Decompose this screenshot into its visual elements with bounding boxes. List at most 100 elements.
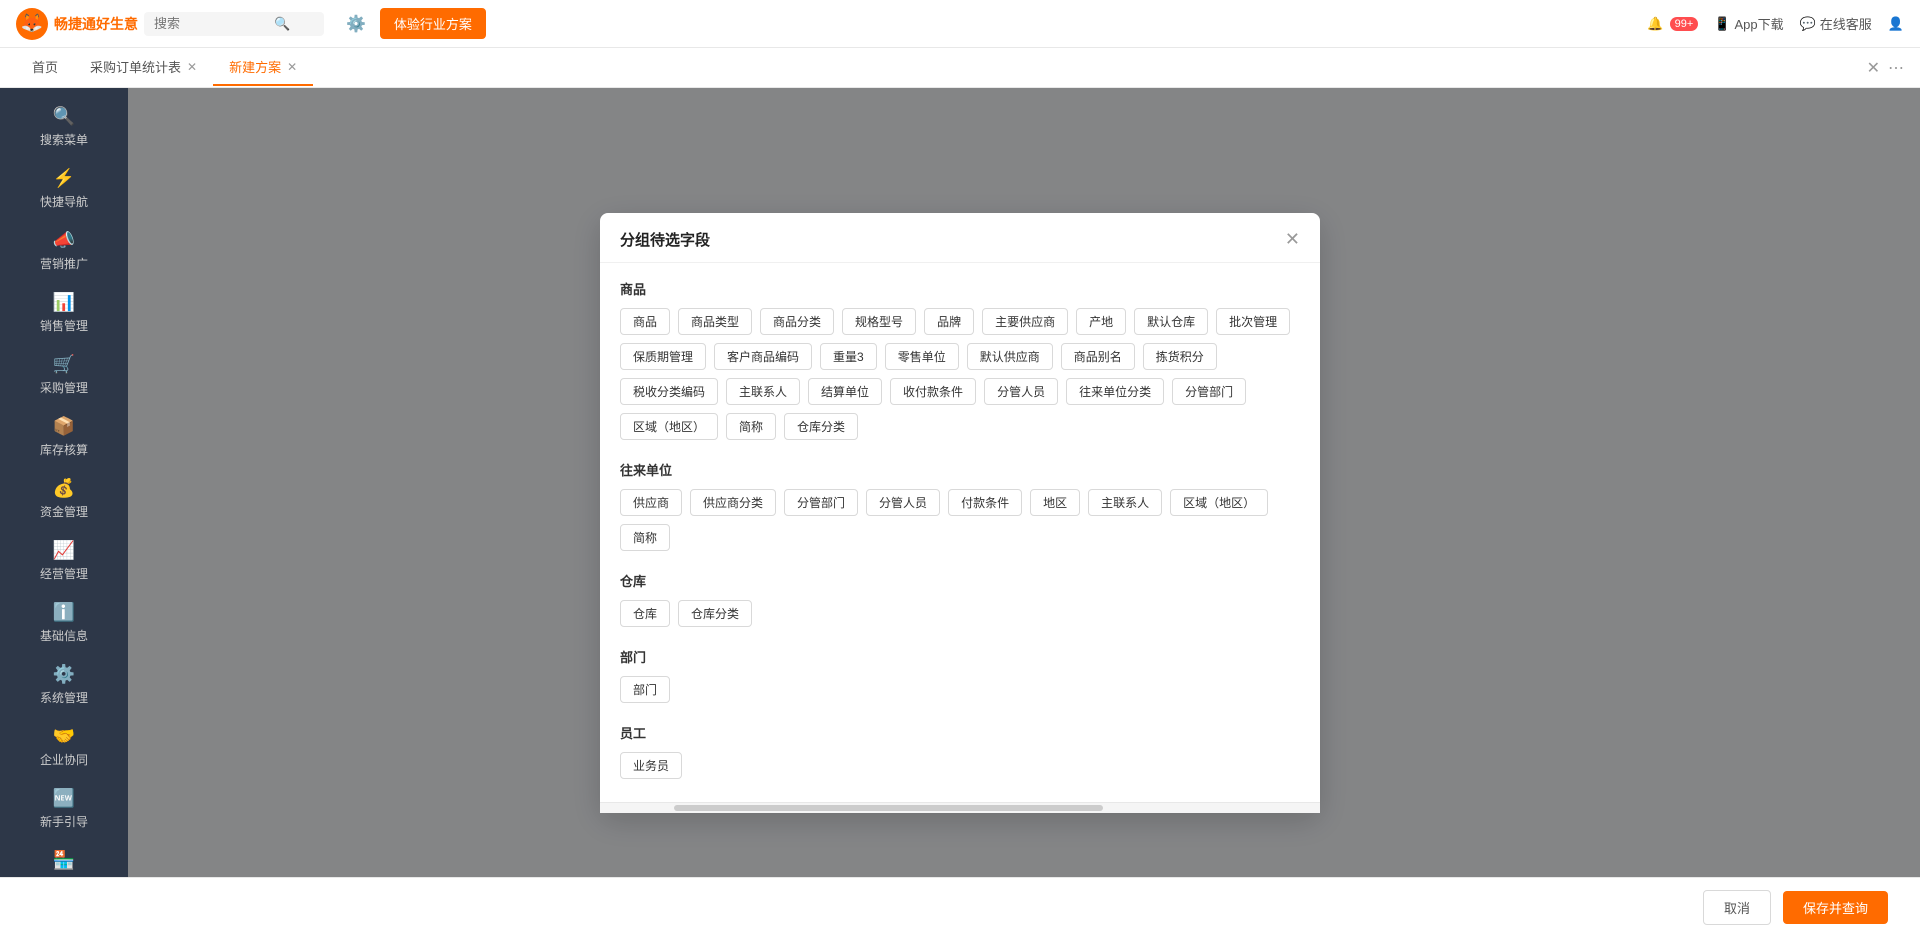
- field-tag-0-5[interactable]: 主要供应商: [982, 308, 1068, 335]
- field-tag-0-16[interactable]: 税收分类编码: [620, 378, 718, 405]
- field-grid-0: 商品商品类型商品分类规格型号品牌主要供应商产地默认仓库批次管理保质期管理客户商品…: [620, 308, 1300, 440]
- sidebar-item-system[interactable]: ⚙️ 系统管理: [0, 654, 128, 716]
- sidebar-sales-label: 销售管理: [40, 317, 88, 334]
- field-tag-0-25[interactable]: 仓库分类: [784, 413, 858, 440]
- field-tag-3-0[interactable]: 部门: [620, 676, 670, 703]
- field-tag-0-15[interactable]: 拣货积分: [1143, 343, 1217, 370]
- modal-hscroll[interactable]: [600, 802, 1320, 812]
- tab-home[interactable]: 首页: [16, 49, 74, 86]
- app-download-btn[interactable]: 📱 App下载: [1714, 14, 1783, 33]
- logo-icon: 🦊: [16, 8, 48, 40]
- sidebar-item-search[interactable]: 🔍 搜索菜单: [0, 96, 128, 158]
- tab-new-plan[interactable]: 新建方案 ✕: [213, 49, 313, 86]
- field-tag-0-19[interactable]: 收付款条件: [890, 378, 976, 405]
- field-tag-1-0[interactable]: 供应商: [620, 489, 682, 516]
- search-input[interactable]: [154, 16, 274, 31]
- field-tag-0-13[interactable]: 默认供应商: [967, 343, 1053, 370]
- field-tag-0-12[interactable]: 零售单位: [885, 343, 959, 370]
- inventory-icon: 📦: [53, 416, 75, 437]
- field-tag-1-2[interactable]: 分管部门: [784, 489, 858, 516]
- sidebar-system-label: 系统管理: [40, 689, 88, 706]
- tab-purchase-stats[interactable]: 采购订单统计表 ✕: [74, 49, 213, 86]
- field-tag-0-4[interactable]: 品牌: [924, 308, 974, 335]
- tab-bar-controls: ✕ ⋯: [1867, 58, 1904, 78]
- enterprise-icon: 🤝: [53, 726, 75, 747]
- logo-area: 🦊 畅捷通好生意: [16, 8, 144, 40]
- tab-new-close[interactable]: ✕: [287, 60, 297, 74]
- newbie-icon: 🆕: [53, 788, 75, 809]
- sidebar-finance-label: 资金管理: [40, 503, 88, 520]
- field-tag-0-6[interactable]: 产地: [1076, 308, 1126, 335]
- field-tag-0-11[interactable]: 重量3: [820, 343, 877, 370]
- sidebar-item-sales[interactable]: 📊 销售管理: [0, 282, 128, 344]
- field-tag-1-8[interactable]: 简称: [620, 524, 670, 551]
- notification-btn[interactable]: 🔔 99+: [1647, 16, 1698, 32]
- field-tag-0-22[interactable]: 分管部门: [1172, 378, 1246, 405]
- field-tag-0-8[interactable]: 批次管理: [1216, 308, 1290, 335]
- field-tag-4-0[interactable]: 业务员: [620, 752, 682, 779]
- modal-hscroll-thumb: [674, 805, 1104, 811]
- sidebar-base-info-label: 基础信息: [40, 627, 88, 644]
- sidebar-item-operations[interactable]: 📈 经营管理: [0, 530, 128, 592]
- field-tag-1-5[interactable]: 地区: [1030, 489, 1080, 516]
- field-tag-1-4[interactable]: 付款条件: [948, 489, 1022, 516]
- settings-icon-btn[interactable]: ⚙️: [340, 8, 372, 40]
- sidebar-item-marketing[interactable]: 📣 营销推广: [0, 220, 128, 282]
- notification-icon: 🔔: [1647, 16, 1663, 32]
- field-tag-2-0[interactable]: 仓库: [620, 600, 670, 627]
- field-grid-3: 部门: [620, 676, 1300, 703]
- online-service-btn[interactable]: 💬 在线客服: [1800, 14, 1872, 33]
- save-button[interactable]: 保存并查询: [1783, 891, 1888, 924]
- field-tag-0-1[interactable]: 商品类型: [678, 308, 752, 335]
- sidebar-inventory-label: 库存核算: [40, 441, 88, 458]
- sidebar-item-inventory[interactable]: 📦 库存核算: [0, 406, 128, 468]
- field-tag-0-0[interactable]: 商品: [620, 308, 670, 335]
- modal-footer: 取消 保存并查询: [0, 877, 1920, 937]
- top-header: 🦊 畅捷通好生意 🔍 ⚙️ 体验行业方案 🔔 99+ 📱 App下载 �: [0, 0, 1920, 48]
- tab-purchase-close[interactable]: ✕: [187, 60, 197, 74]
- cancel-button[interactable]: 取消: [1703, 890, 1771, 925]
- field-tag-1-3[interactable]: 分管人员: [866, 489, 940, 516]
- field-tag-0-21[interactable]: 往来单位分类: [1066, 378, 1164, 405]
- app-download-label: App下载: [1734, 14, 1783, 33]
- marketing-icon: 📣: [53, 230, 75, 251]
- more-tabs-icon[interactable]: ⋯: [1888, 58, 1904, 78]
- user-avatar[interactable]: 👤: [1888, 16, 1904, 32]
- field-tag-0-7[interactable]: 默认仓库: [1134, 308, 1208, 335]
- sidebar-item-newbie[interactable]: 🆕 新手引导: [0, 778, 128, 840]
- system-icon: ⚙️: [53, 664, 75, 685]
- field-tag-0-24[interactable]: 简称: [726, 413, 776, 440]
- search-bar[interactable]: 🔍: [144, 12, 324, 36]
- modal-header: 分组待选字段 ✕: [600, 213, 1320, 263]
- sidebar-item-enterprise[interactable]: 🤝 企业协同: [0, 716, 128, 778]
- field-tag-1-1[interactable]: 供应商分类: [690, 489, 776, 516]
- trial-btn[interactable]: 体验行业方案: [380, 8, 486, 39]
- search-icon: 🔍: [274, 16, 290, 32]
- close-all-icon[interactable]: ✕: [1867, 58, 1880, 78]
- finance-icon: 💰: [53, 478, 75, 499]
- field-tag-1-6[interactable]: 主联系人: [1088, 489, 1162, 516]
- modal-close-btn[interactable]: ✕: [1285, 229, 1300, 250]
- field-tag-2-1[interactable]: 仓库分类: [678, 600, 752, 627]
- sales-icon: 📊: [53, 292, 75, 313]
- field-tag-0-3[interactable]: 规格型号: [842, 308, 916, 335]
- field-tag-0-10[interactable]: 客户商品编码: [714, 343, 812, 370]
- sidebar-item-quick-nav[interactable]: ⚡ 快捷导航: [0, 158, 128, 220]
- field-tag-0-20[interactable]: 分管人员: [984, 378, 1058, 405]
- field-tag-0-23[interactable]: 区域（地区）: [620, 413, 718, 440]
- field-tag-0-14[interactable]: 商品别名: [1061, 343, 1135, 370]
- field-tag-0-17[interactable]: 主联系人: [726, 378, 800, 405]
- modal-body: 商品商品商品类型商品分类规格型号品牌主要供应商产地默认仓库批次管理保质期管理客户…: [600, 263, 1320, 803]
- sidebar-item-finance[interactable]: 💰 资金管理: [0, 468, 128, 530]
- sidebar-search-label: 搜索菜单: [40, 131, 88, 148]
- section-title-0: 商品: [620, 279, 1300, 298]
- field-section-3: 部门部门: [620, 647, 1300, 703]
- field-tag-0-9[interactable]: 保质期管理: [620, 343, 706, 370]
- app-icon: 📱: [1714, 16, 1730, 32]
- field-tag-0-18[interactable]: 结算单位: [808, 378, 882, 405]
- sidebar-item-base-info[interactable]: ℹ️ 基础信息: [0, 592, 128, 654]
- field-tag-1-7[interactable]: 区域（地区）: [1170, 489, 1268, 516]
- field-tag-0-2[interactable]: 商品分类: [760, 308, 834, 335]
- sidebar-item-purchase[interactable]: 🛒 采购管理: [0, 344, 128, 406]
- field-section-2: 仓库仓库仓库分类: [620, 571, 1300, 627]
